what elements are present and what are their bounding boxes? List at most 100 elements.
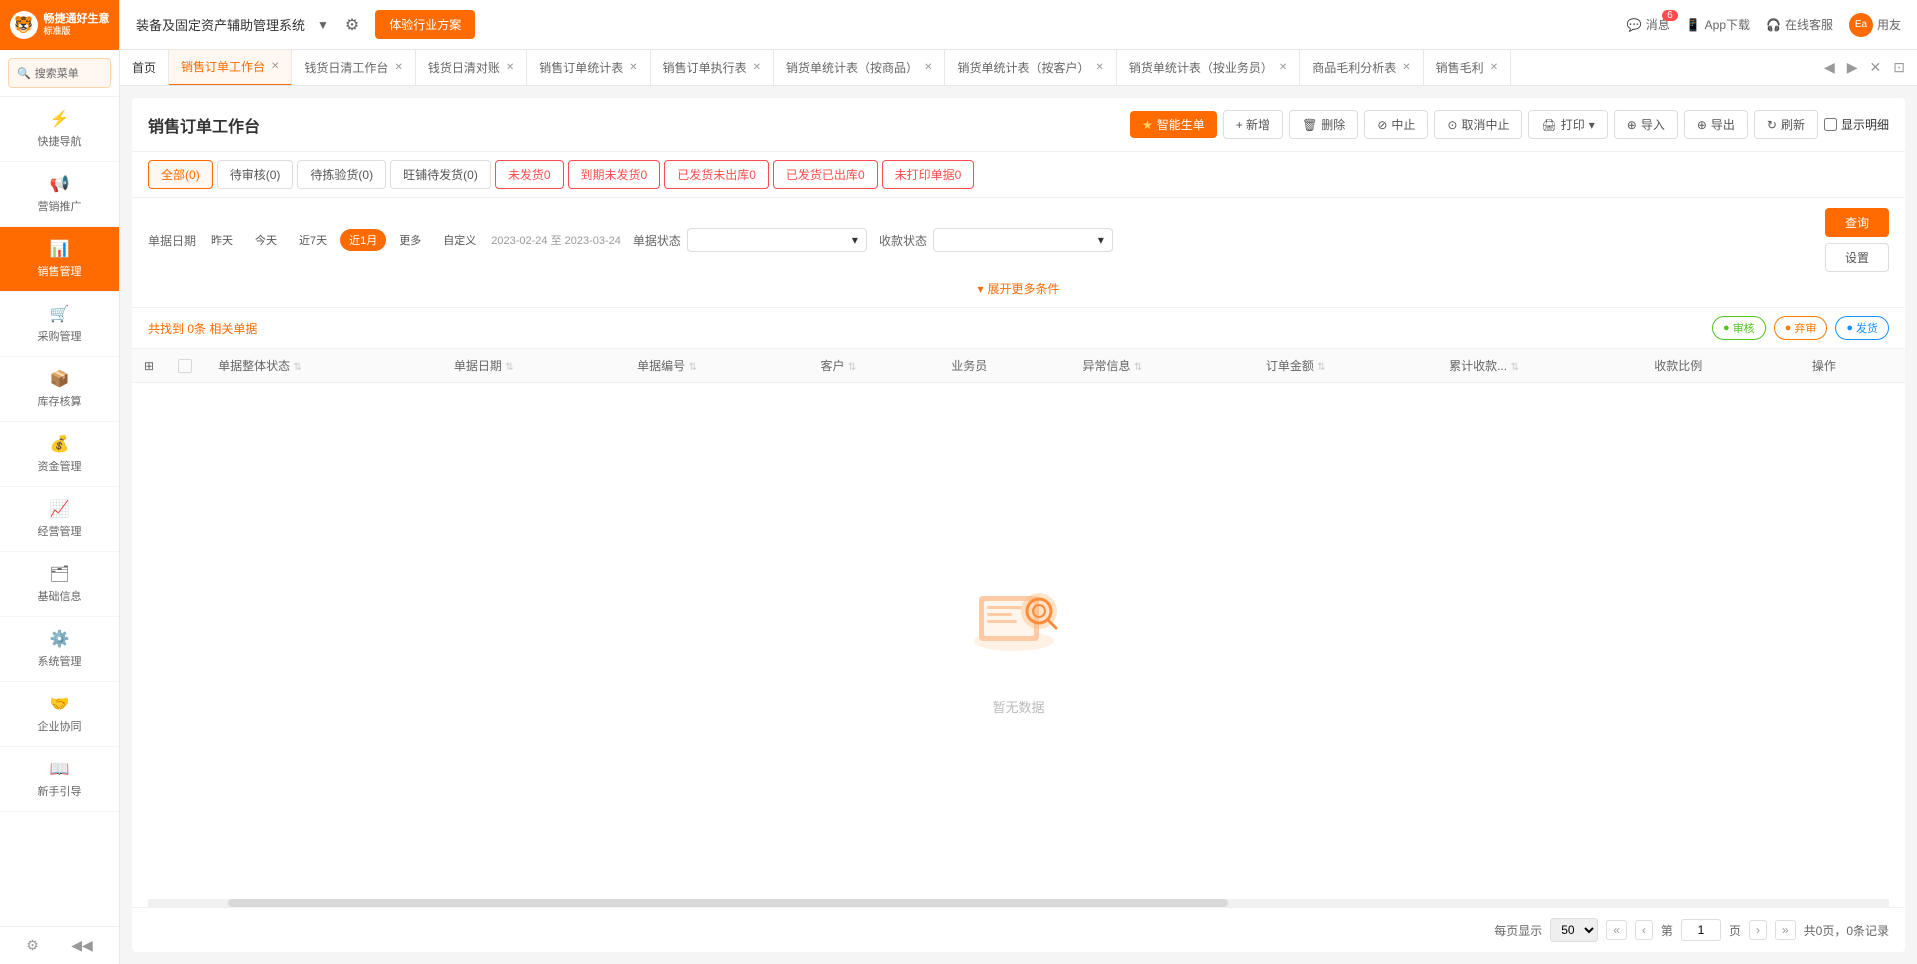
- ship-button[interactable]: ● 发货: [1835, 316, 1889, 340]
- sort-number-icon[interactable]: ⇅: [689, 362, 697, 373]
- tab-sales-staff-close[interactable]: ✕: [1279, 62, 1287, 73]
- date-1month[interactable]: 近1月: [340, 229, 386, 251]
- app-download-button[interactable]: 📱 App下载: [1686, 16, 1750, 33]
- page-input[interactable]: [1681, 919, 1721, 941]
- payment-filter-select[interactable]: ▾: [933, 228, 1113, 252]
- sidebar-item-finance[interactable]: 💰 资金管理: [0, 422, 119, 487]
- prev-page-button[interactable]: ‹: [1635, 920, 1653, 940]
- tab-sales-stats[interactable]: 销售订单统计表 ✕: [527, 50, 650, 86]
- new-button[interactable]: + 新增: [1223, 110, 1283, 139]
- tab-margin[interactable]: 商品毛利分析表 ✕: [1300, 50, 1423, 86]
- table-col-checkbox[interactable]: [166, 349, 206, 383]
- first-page-button[interactable]: «: [1606, 920, 1627, 940]
- sort-date-icon[interactable]: ⇅: [505, 362, 513, 373]
- col-settings-icon[interactable]: ⊞: [144, 359, 154, 373]
- system-dropdown[interactable]: ▼: [317, 18, 329, 32]
- delete-button[interactable]: 🗑 删除: [1289, 110, 1358, 139]
- settings-icon[interactable]: ⚙: [345, 15, 359, 35]
- filter-tab-pending-review[interactable]: 待审核(0): [217, 160, 294, 189]
- export-button[interactable]: ⊕ 导出: [1684, 110, 1748, 139]
- tab-sales-exec-close[interactable]: ✕: [753, 62, 761, 73]
- suspend-button[interactable]: ⊘ 中止: [1364, 110, 1428, 139]
- set-button[interactable]: 设置: [1825, 243, 1889, 272]
- tab-margin-close[interactable]: ✕: [1402, 62, 1410, 73]
- sort-amount-icon[interactable]: ⇅: [1317, 362, 1325, 373]
- settings-bottom-button[interactable]: ⚙: [26, 937, 39, 954]
- tab-sales-exec[interactable]: 销售订单执行表 ✕: [651, 50, 774, 86]
- tab-next-button[interactable]: ▶: [1843, 55, 1862, 80]
- tab-expand-button[interactable]: ⊡: [1889, 55, 1909, 80]
- show-detail-checkbox-group[interactable]: 显示明细: [1824, 116, 1889, 133]
- date-today[interactable]: 今天: [246, 229, 286, 251]
- tab-cash-daily[interactable]: 钱货日清工作台 ✕: [292, 50, 415, 86]
- expand-conditions-button[interactable]: ▾ 展开更多条件: [977, 280, 1059, 297]
- collapse-button[interactable]: ◀◀: [71, 937, 93, 954]
- tab-gross[interactable]: 销售毛利 ✕: [1424, 50, 1511, 86]
- date-yesterday[interactable]: 昨天: [202, 229, 242, 251]
- filter-tab-all[interactable]: 全部(0): [148, 160, 213, 189]
- tab-gross-close[interactable]: ✕: [1490, 62, 1498, 73]
- tab-sales-order[interactable]: 销售订单工作台 ✕: [169, 50, 292, 86]
- industry-btn[interactable]: 体验行业方案: [375, 10, 475, 39]
- sidebar-item-purchase[interactable]: 🛒 采购管理: [0, 292, 119, 357]
- select-all-checkbox[interactable]: [178, 359, 192, 373]
- filter-tab-shipped-not-out[interactable]: 已发货未出库0: [664, 160, 769, 189]
- sidebar-item-guide[interactable]: 📖 新手引导: [0, 747, 119, 812]
- filter-tab-not-shipped[interactable]: 未发货0: [495, 160, 564, 189]
- sidebar-item-basic[interactable]: 🗂 基础信息: [0, 552, 119, 617]
- sidebar-item-inventory[interactable]: 📦 库存核算: [0, 357, 119, 422]
- status-filter-select[interactable]: ▾: [687, 228, 867, 252]
- cancel-audit-button[interactable]: ● 弃审: [1774, 316, 1828, 340]
- filter-tab-wangpu[interactable]: 旺铺待发货(0): [390, 160, 491, 189]
- scrollbar-thumb[interactable]: [228, 899, 1228, 907]
- per-page-select[interactable]: 50: [1550, 918, 1598, 942]
- sidebar-item-operations[interactable]: 📈 经营管理: [0, 487, 119, 552]
- sort-collected-icon[interactable]: ⇅: [1510, 362, 1518, 373]
- message-button[interactable]: 💬 消息 6: [1627, 16, 1670, 33]
- show-detail-checkbox[interactable]: [1824, 118, 1837, 131]
- sidebar-item-system[interactable]: ⚙️ 系统管理: [0, 617, 119, 682]
- import-button[interactable]: ⊕ 导入: [1614, 110, 1678, 139]
- tab-sales-product[interactable]: 销货单统计表（按商品） ✕: [774, 50, 945, 86]
- tab-sales-stats-close[interactable]: ✕: [629, 62, 637, 73]
- tab-cash-daily-close[interactable]: ✕: [394, 62, 402, 73]
- sidebar-item-sales[interactable]: 📊 销售管理: [0, 227, 119, 292]
- date-more[interactable]: 更多: [390, 229, 430, 251]
- filter-tab-overdue[interactable]: 到期未发货0: [568, 160, 661, 189]
- sidebar-search[interactable]: 🔍 搜索菜单: [0, 50, 119, 97]
- sidebar-item-enterprise[interactable]: 🤝 企业协同: [0, 682, 119, 747]
- sidebar-item-marketing[interactable]: 📢 营销推广: [0, 162, 119, 227]
- tab-prev-button[interactable]: ◀: [1820, 55, 1839, 80]
- search-menu-button[interactable]: 🔍 搜索菜单: [8, 58, 111, 88]
- user-menu[interactable]: Ea 用友: [1849, 13, 1901, 37]
- horizontal-scrollbar[interactable]: [148, 899, 1889, 907]
- tab-home[interactable]: 首页: [120, 50, 169, 86]
- query-button[interactable]: 查询: [1825, 208, 1889, 237]
- sort-exception-icon[interactable]: ⇅: [1134, 362, 1142, 373]
- smart-create-button[interactable]: ★ 智能生单: [1130, 111, 1217, 138]
- cancel-suspend-button[interactable]: ⊙ 取消中止: [1434, 110, 1522, 139]
- date-custom[interactable]: 自定义: [434, 229, 485, 251]
- filter-tab-shipped-out[interactable]: 已发货已出库0: [773, 160, 878, 189]
- tab-sales-product-close[interactable]: ✕: [924, 62, 932, 73]
- filter-tab-pending-check[interactable]: 待拣验货(0): [297, 160, 386, 189]
- tab-close-all-button[interactable]: ✕: [1866, 55, 1886, 80]
- refresh-button[interactable]: ↻ 刷新: [1754, 110, 1818, 139]
- sidebar-item-quick-nav[interactable]: ⚡ 快捷导航: [0, 97, 119, 162]
- tab-sales-customer[interactable]: 销货单统计表（按客户） ✕: [945, 50, 1116, 86]
- print-button[interactable]: 🖨 打印 ▾: [1528, 110, 1607, 139]
- online-service-button[interactable]: 🎧 在线客服: [1766, 16, 1833, 33]
- tab-sales-staff[interactable]: 销货单统计表（按业务员） ✕: [1117, 50, 1300, 86]
- tab-sales-customer-close[interactable]: ✕: [1095, 62, 1103, 73]
- filter-tab-not-printed[interactable]: 未打印单据0: [882, 160, 975, 189]
- tab-cash-reconcile-close[interactable]: ✕: [506, 62, 514, 73]
- next-page-button[interactable]: ›: [1749, 920, 1767, 940]
- date-7days[interactable]: 近7天: [290, 229, 336, 251]
- sort-status-icon[interactable]: ⇅: [293, 362, 301, 373]
- sort-customer-icon[interactable]: ⇅: [848, 362, 856, 373]
- tab-sales-order-close[interactable]: ✕: [271, 61, 279, 72]
- audit-button[interactable]: ● 审核: [1712, 316, 1766, 340]
- tab-cash-reconcile[interactable]: 钱货日清对账 ✕: [416, 50, 527, 86]
- last-page-button[interactable]: »: [1775, 920, 1796, 940]
- table-col-settings[interactable]: ⊞: [132, 349, 166, 383]
